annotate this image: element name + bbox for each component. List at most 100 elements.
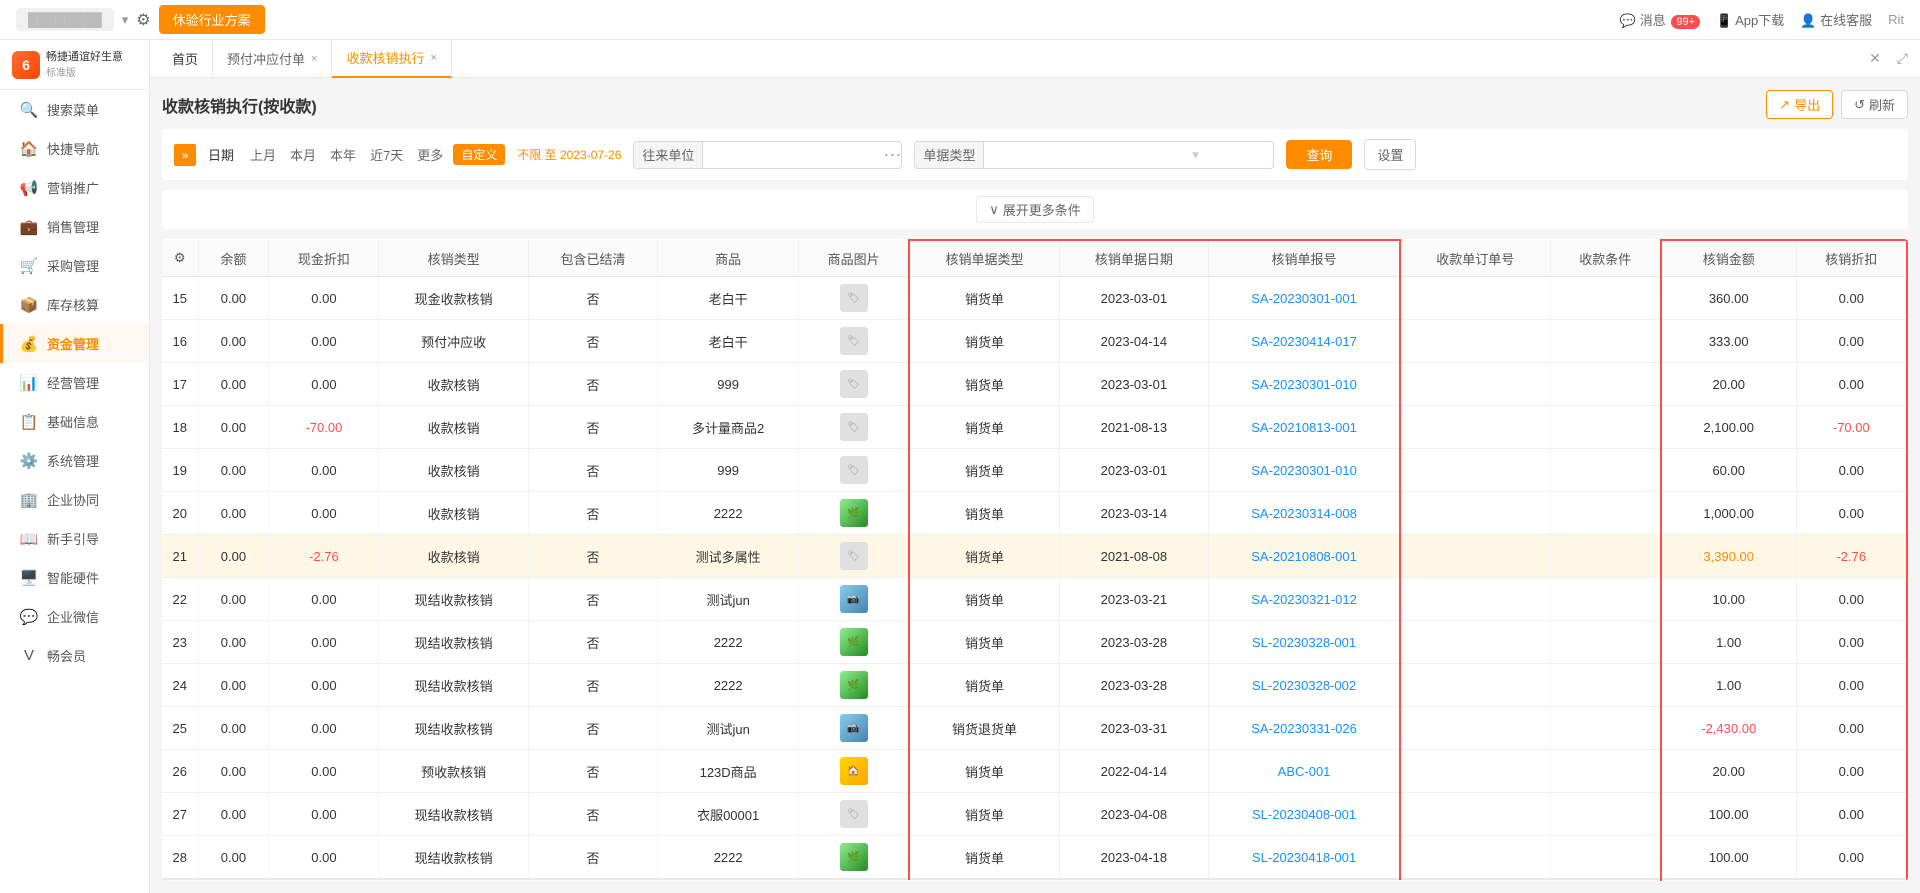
cell-receipt-order-no bbox=[1400, 449, 1550, 492]
sidebar-item-hardware[interactable]: 🖥️ 智能硬件 bbox=[0, 558, 149, 597]
bill-report-link[interactable]: SL-20230418-001 bbox=[1252, 850, 1356, 865]
cell-balance: 0.00 bbox=[198, 621, 269, 664]
cell-include-settled: 否 bbox=[528, 535, 658, 578]
filter-date-this-month[interactable]: 本月 bbox=[286, 143, 320, 166]
company-dropdown-icon[interactable]: ▾ bbox=[122, 12, 129, 28]
cell-bill-report-no[interactable]: SL-20230408-001 bbox=[1209, 793, 1401, 836]
export-button[interactable]: ↗ 导出 bbox=[1766, 90, 1833, 119]
filter-date-last-month[interactable]: 上月 bbox=[246, 143, 280, 166]
cell-bill-report-type: 销货退货单 bbox=[909, 707, 1059, 750]
cell-receipt-condition bbox=[1550, 793, 1661, 836]
cell-bill-report-no[interactable]: SL-20230418-001 bbox=[1209, 836, 1401, 880]
sidebar-item-operations[interactable]: 📊 经营管理 bbox=[0, 363, 149, 402]
sidebar-item-inventory[interactable]: 📦 库存核算 bbox=[0, 285, 149, 324]
message-link[interactable]: 💬 消息 99+ bbox=[1620, 10, 1700, 29]
table-container[interactable]: ⚙ 余额 现金折扣 核销类型 包含已结清 商品 商品图片 核销单据类型 核销单据… bbox=[162, 239, 1908, 881]
settings-button[interactable]: 设置 bbox=[1364, 139, 1416, 170]
bill-report-link[interactable]: SA-20230321-012 bbox=[1251, 592, 1357, 607]
filter-billtype-dropdown[interactable]: ▾ bbox=[1184, 147, 1207, 163]
cell-receipt-order-no bbox=[1400, 277, 1550, 320]
tab-home[interactable]: 首页 bbox=[158, 40, 213, 78]
industry-solution-button[interactable]: 休验行业方案 bbox=[159, 5, 265, 34]
bill-report-link[interactable]: SA-20230314-008 bbox=[1251, 506, 1357, 521]
sidebar-item-guide[interactable]: 📖 新手引导 bbox=[0, 519, 149, 558]
tab-close-all-icon[interactable]: ✕ bbox=[1865, 46, 1885, 71]
filter-date-custom[interactable]: 自定义 bbox=[453, 144, 505, 165]
cell-num: 22 bbox=[162, 578, 198, 621]
sidebar-item-sales[interactable]: 💼 销售管理 bbox=[0, 207, 149, 246]
bill-report-link[interactable]: SL-20230328-002 bbox=[1252, 678, 1356, 693]
bill-report-link[interactable]: SA-20230331-026 bbox=[1251, 721, 1357, 736]
tab-prepay-close[interactable]: × bbox=[311, 53, 317, 65]
filter-expand-button[interactable]: » bbox=[174, 144, 196, 166]
bill-report-link[interactable]: SA-20230301-010 bbox=[1251, 463, 1357, 478]
tab-receipt-close[interactable]: × bbox=[430, 52, 436, 64]
company-selector[interactable]: ████████ bbox=[16, 8, 114, 31]
sidebar-item-shortcut[interactable]: 🏠 快捷导航 bbox=[0, 129, 149, 168]
app-download-link[interactable]: 📱 App下载 bbox=[1716, 10, 1784, 29]
filter-date-7days[interactable]: 近7天 bbox=[366, 143, 407, 166]
sidebar-item-basic[interactable]: 📋 基础信息 bbox=[0, 402, 149, 441]
cell-bill-report-no[interactable]: SA-20230314-008 bbox=[1209, 492, 1401, 535]
table-row: 21 0.00 -2.76 收款核销 否 测试多属性 🏷 销货单 2021-08… bbox=[162, 535, 1907, 578]
sidebar-label-shortcut: 快捷导航 bbox=[47, 139, 99, 158]
cell-bill-report-no[interactable]: SA-20210813-001 bbox=[1209, 406, 1401, 449]
sidebar-item-member[interactable]: V 畅会员 bbox=[0, 636, 149, 675]
cell-bill-report-no[interactable]: SL-20230328-001 bbox=[1209, 621, 1401, 664]
cell-num: 23 bbox=[162, 621, 198, 664]
cell-receipt-condition bbox=[1550, 320, 1661, 363]
refresh-button[interactable]: ↺ 刷新 bbox=[1841, 90, 1908, 119]
cell-goods-img: 🏷 bbox=[798, 320, 909, 363]
cell-bill-report-no[interactable]: SA-20230321-012 bbox=[1209, 578, 1401, 621]
sidebar-item-wechat[interactable]: 💬 企业微信 bbox=[0, 597, 149, 636]
cell-bill-report-date: 2021-08-08 bbox=[1059, 535, 1208, 578]
cell-write-off-discount: 0.00 bbox=[1796, 621, 1907, 664]
cell-bill-report-no[interactable]: SA-20230301-010 bbox=[1209, 363, 1401, 406]
tab-maximize-icon[interactable]: ⤢ bbox=[1893, 46, 1912, 71]
col-gear[interactable]: ⚙ bbox=[162, 240, 198, 277]
settings-icon[interactable]: ⚙ bbox=[136, 10, 150, 30]
cell-write-off-type: 现结收款核销 bbox=[379, 578, 528, 621]
bill-report-link[interactable]: SL-20230328-001 bbox=[1252, 635, 1356, 650]
filter-partner-dots[interactable]: ··· bbox=[883, 144, 901, 165]
cell-write-off-type: 现结收款核销 bbox=[379, 664, 528, 707]
cell-bill-report-no[interactable]: SL-20230328-002 bbox=[1209, 664, 1401, 707]
filter-date-this-year[interactable]: 本年 bbox=[326, 143, 360, 166]
bill-report-link[interactable]: SA-20230414-017 bbox=[1251, 334, 1357, 349]
bill-report-link[interactable]: SL-20230408-001 bbox=[1252, 807, 1356, 822]
filter-billtype-input[interactable] bbox=[984, 142, 1184, 168]
bill-report-link[interactable]: SA-20230301-010 bbox=[1251, 377, 1357, 392]
cell-goods: 999 bbox=[658, 363, 799, 406]
cell-bill-report-no[interactable]: SA-20230301-010 bbox=[1209, 449, 1401, 492]
tab-prepay[interactable]: 预付冲应付单 × bbox=[213, 40, 332, 78]
cell-write-off-discount: 0.00 bbox=[1796, 707, 1907, 750]
cell-bill-report-no[interactable]: SA-20210808-001 bbox=[1209, 535, 1401, 578]
filter-partner-label: 往来单位 bbox=[634, 142, 703, 168]
cell-bill-report-no[interactable]: SA-20230414-017 bbox=[1209, 320, 1401, 363]
filter-bar: » 日期 上月 本月 本年 近7天 更多 自定义 不限 至 2023-07-26… bbox=[162, 129, 1908, 180]
page-title: 收款核销执行(按收款) bbox=[162, 93, 317, 117]
tab-receipt[interactable]: 收款核销执行 × bbox=[332, 40, 451, 78]
cell-bill-report-no[interactable]: ABC-001 bbox=[1209, 750, 1401, 793]
online-service-link[interactable]: 👤 在线客服 bbox=[1800, 10, 1872, 29]
bill-report-link[interactable]: SA-20210808-001 bbox=[1251, 549, 1357, 564]
filter-date-more[interactable]: 更多 bbox=[413, 143, 447, 166]
bill-report-link[interactable]: ABC-001 bbox=[1278, 764, 1331, 779]
sidebar-item-marketing[interactable]: 📢 营销推广 bbox=[0, 168, 149, 207]
cell-goods: 测试多属性 bbox=[658, 535, 799, 578]
sidebar-item-finance[interactable]: 💰 资金管理 bbox=[0, 324, 149, 363]
sidebar-item-search[interactable]: 🔍 搜索菜单 bbox=[0, 90, 149, 129]
cell-goods: 999 bbox=[658, 449, 799, 492]
cell-goods: 测试jun bbox=[658, 707, 799, 750]
sidebar-item-system[interactable]: ⚙️ 系统管理 bbox=[0, 441, 149, 480]
expand-more-button[interactable]: ∨ 展开更多条件 bbox=[976, 196, 1094, 223]
query-button[interactable]: 查询 bbox=[1286, 140, 1352, 169]
bill-report-link[interactable]: SA-20230301-001 bbox=[1251, 291, 1357, 306]
sidebar-item-enterprise[interactable]: 🏢 企业协同 bbox=[0, 480, 149, 519]
bill-report-link[interactable]: SA-20210813-001 bbox=[1251, 420, 1357, 435]
sidebar-item-purchase[interactable]: 🛒 采购管理 bbox=[0, 246, 149, 285]
filter-partner-input[interactable] bbox=[703, 142, 883, 168]
cell-bill-report-no[interactable]: SA-20230301-001 bbox=[1209, 277, 1401, 320]
user-name[interactable]: Rit bbox=[1888, 12, 1904, 27]
cell-bill-report-no[interactable]: SA-20230331-026 bbox=[1209, 707, 1401, 750]
